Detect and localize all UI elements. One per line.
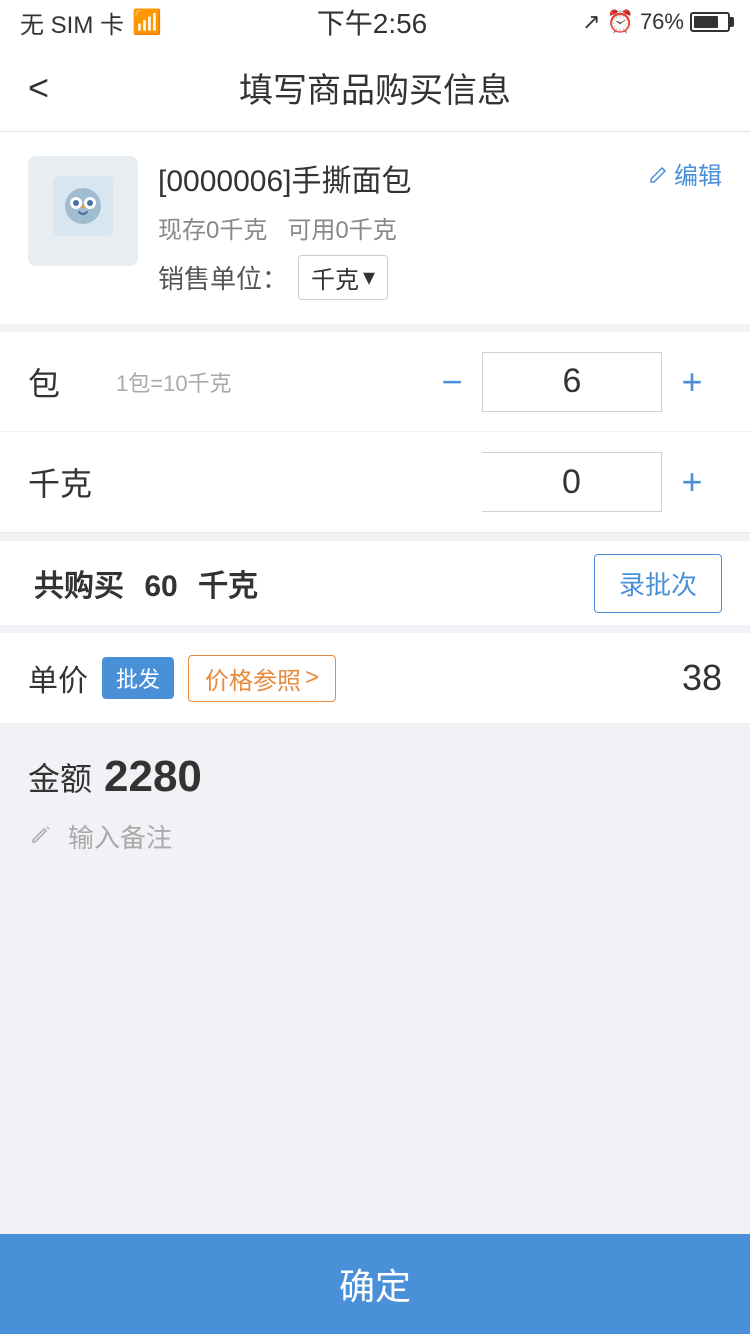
note-placeholder: 输入备注 bbox=[68, 818, 172, 855]
bag-controls: − + bbox=[422, 352, 722, 412]
kg-increment-button[interactable]: + bbox=[662, 452, 722, 512]
edit-button[interactable]: 编辑 bbox=[648, 156, 722, 191]
summary-unit: 千克 bbox=[198, 570, 258, 603]
input-section: 包 1包=10千克 − + 千克 + bbox=[0, 332, 750, 533]
battery-label: 76% bbox=[640, 9, 684, 35]
price-tag-button[interactable]: 批发 bbox=[102, 657, 174, 699]
status-time: 下午2:56 bbox=[317, 2, 428, 42]
carrier-label: 无 SIM 卡 bbox=[20, 5, 124, 40]
status-bar: 无 SIM 卡 📶 下午2:56 ↗ ⏰ 76% bbox=[0, 0, 750, 44]
kg-controls: + bbox=[482, 452, 722, 512]
battery-fill bbox=[694, 16, 718, 28]
bag-sublabel: 1包=10千克 bbox=[116, 366, 232, 398]
price-ref-button[interactable]: 价格参照 > bbox=[188, 655, 336, 702]
kg-quantity-input[interactable] bbox=[482, 452, 662, 512]
bottom-space bbox=[0, 875, 750, 1275]
bag-decrement-button[interactable]: − bbox=[422, 352, 482, 412]
status-right: ↗ ⏰ 76% bbox=[582, 9, 730, 35]
summary-text: 共购买 60 千克 bbox=[28, 561, 264, 605]
product-header: [0000006]手撕面包 编辑 bbox=[158, 156, 722, 210]
product-name: [0000006]手撕面包 bbox=[158, 156, 411, 200]
alarm-icon: ⏰ bbox=[607, 9, 634, 35]
summary-row: 共购买 60 千克 录批次 bbox=[0, 533, 750, 633]
nav-bar: < 填写商品购买信息 bbox=[0, 44, 750, 132]
back-button[interactable]: < bbox=[28, 67, 49, 109]
note-row[interactable]: 输入备注 bbox=[28, 818, 722, 875]
bag-quantity-input[interactable] bbox=[482, 352, 662, 412]
bag-increment-button[interactable]: + bbox=[662, 352, 722, 412]
location-icon: ↗ bbox=[582, 9, 600, 35]
price-ref-chevron-icon: > bbox=[305, 664, 319, 692]
wifi-icon: 📶 bbox=[132, 8, 162, 37]
amount-label: 金额 bbox=[28, 754, 92, 800]
product-info: [0000006]手撕面包 编辑 现存0千克 可用0千克 销售单位： 千克 ▾ bbox=[158, 156, 722, 300]
bag-label: 包 bbox=[28, 359, 108, 405]
amount-section: 金额 2280 输入备注 bbox=[0, 724, 750, 875]
price-row: 单价 批发 价格参照 > 38 bbox=[28, 633, 722, 723]
note-edit-icon bbox=[28, 819, 56, 854]
summary-prefix: 共购买 bbox=[34, 570, 124, 603]
price-label: 单价 bbox=[28, 656, 88, 700]
available-value: 可用0千克 bbox=[287, 217, 396, 244]
battery-indicator bbox=[690, 12, 730, 32]
unit-dropdown[interactable]: 千克 ▾ bbox=[298, 255, 388, 300]
product-image bbox=[28, 156, 138, 266]
product-unit-row: 销售单位： 千克 ▾ bbox=[158, 255, 722, 300]
summary-quantity: 60 bbox=[144, 570, 177, 603]
kg-input-row: 千克 + bbox=[0, 432, 750, 532]
kg-label: 千克 bbox=[28, 459, 108, 505]
edit-label: 编辑 bbox=[674, 156, 722, 191]
product-logo-icon bbox=[53, 176, 113, 246]
unit-value: 千克 bbox=[311, 260, 359, 295]
amount-value: 2280 bbox=[104, 752, 202, 802]
price-ref-label: 价格参照 bbox=[205, 661, 301, 696]
price-section: 单价 批发 价格参照 > 38 bbox=[0, 633, 750, 724]
bag-input-row: 包 1包=10千克 − + bbox=[0, 332, 750, 432]
batch-button[interactable]: 录批次 bbox=[594, 554, 722, 613]
product-card: [0000006]手撕面包 编辑 现存0千克 可用0千克 销售单位： 千克 ▾ bbox=[0, 132, 750, 332]
stock-value: 现存0千克 bbox=[158, 217, 267, 244]
confirm-button[interactable]: 确定 bbox=[0, 1234, 750, 1334]
page-title: 填写商品购买信息 bbox=[239, 63, 511, 112]
price-value: 38 bbox=[682, 657, 722, 699]
status-left: 无 SIM 卡 📶 bbox=[20, 5, 162, 40]
unit-label: 销售单位： bbox=[158, 259, 288, 296]
product-stock: 现存0千克 可用0千克 bbox=[158, 210, 722, 245]
amount-row: 金额 2280 bbox=[28, 752, 722, 802]
dropdown-arrow-icon: ▾ bbox=[363, 263, 375, 292]
